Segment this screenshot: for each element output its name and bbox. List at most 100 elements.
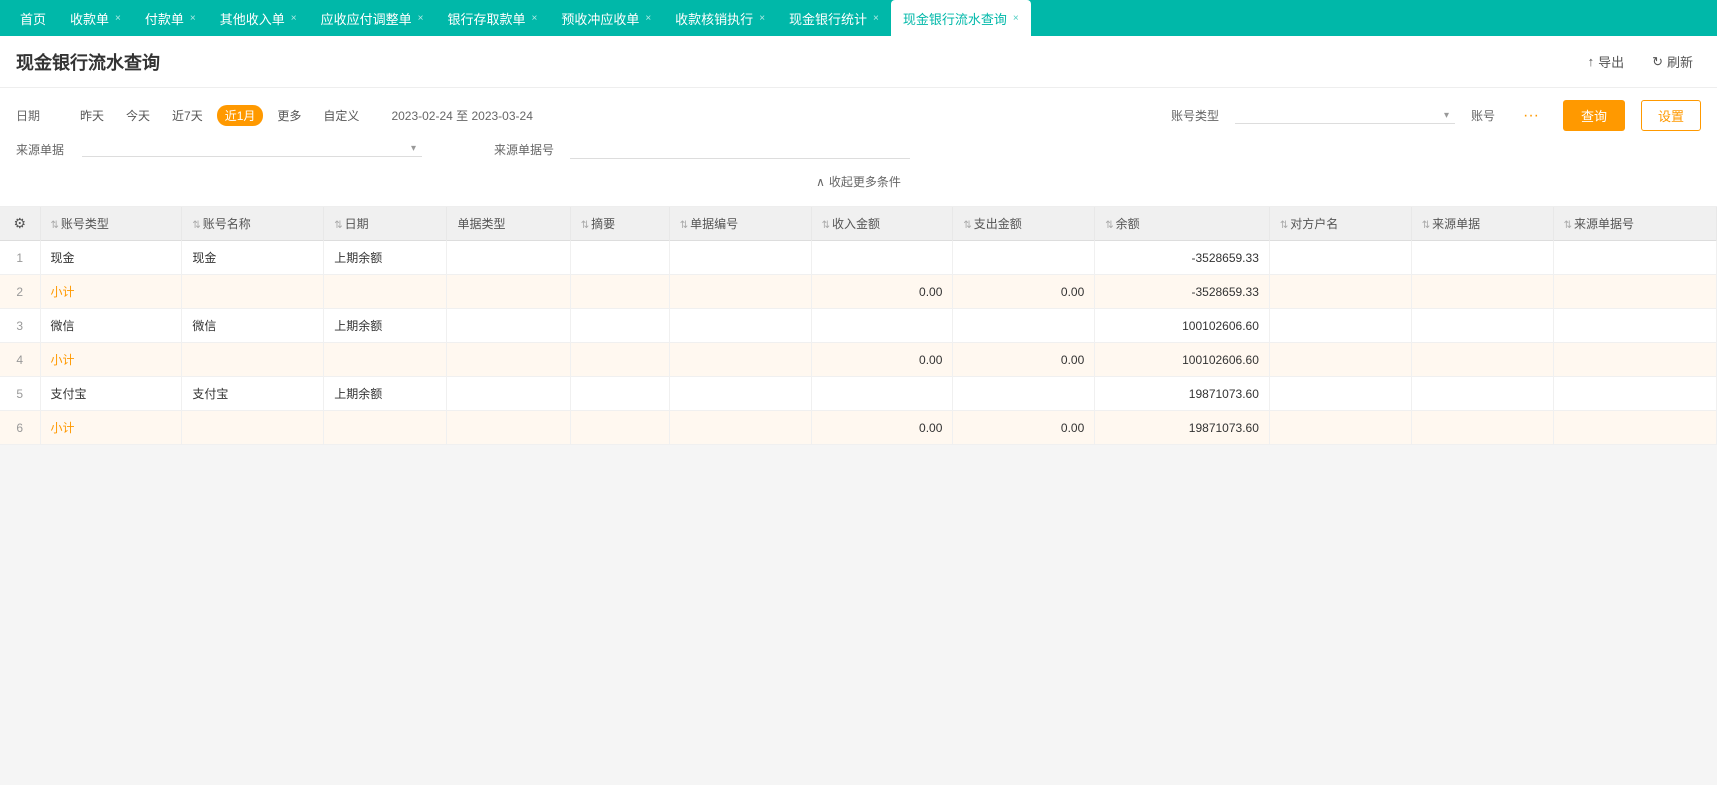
collapse-up-icon: ∧ [816,175,825,189]
refresh-button[interactable]: ↻ 刷新 [1644,48,1701,75]
gear-icon[interactable]: ⚙ [13,215,26,231]
nav-home[interactable]: 首页 [8,0,58,36]
close-icon[interactable]: × [759,13,765,24]
settings-button[interactable]: 设置 [1641,100,1701,131]
close-icon[interactable]: × [115,13,121,24]
cell-doc-type [447,275,570,309]
close-icon[interactable]: × [418,13,424,24]
cell-doc-no [669,411,811,445]
cell-summary [570,377,669,411]
nav-ar-ap[interactable]: 应收应付调整单 × [309,0,436,36]
close-icon[interactable]: × [873,13,879,24]
source-doc-label: 来源单据 [16,141,66,158]
cell-counterpart [1269,411,1411,445]
cell-income [811,241,953,275]
query-button[interactable]: 查询 [1563,100,1625,131]
cell-income: 0.00 [811,275,953,309]
account-type-select[interactable]: ▾ [1235,108,1455,124]
cell-balance: 19871073.60 [1095,377,1270,411]
col-counterpart: ⇅对方户名 [1269,207,1411,241]
cell-date [324,275,447,309]
col-source-doc: ⇅来源单据 [1411,207,1553,241]
cell-counterpart [1269,309,1411,343]
cell-name: 现金 [182,241,324,275]
date-custom[interactable]: 自定义 [315,105,367,126]
date-range: 2023-02-24 至 2023-03-24 [391,107,532,124]
cell-source-doc-no [1553,343,1716,377]
cell-summary [570,275,669,309]
date-more[interactable]: 更多 [269,105,309,126]
date-label: 日期 [16,107,56,124]
refresh-icon: ↻ [1652,54,1663,70]
col-account-name: ⇅账号名称 [182,207,324,241]
table-area: ⚙ ⇅账号类型 ⇅账号名称 ⇅日期 单据类型 ⇅摘要 ⇅单据编号 ⇅收入金额 ⇅… [0,207,1717,445]
filter-row-1: 日期 昨天 今天 近7天 近1月 更多 自定义 2023-02-24 至 202… [16,100,1701,131]
row-number: 2 [0,275,40,309]
nav-payment[interactable]: 付款单 × [133,0,208,36]
close-icon[interactable]: × [190,13,196,24]
row-number: 3 [0,309,40,343]
cell-doc-type [447,309,570,343]
nav-bank-deposit[interactable]: 银行存取款单 × [435,0,549,36]
cell-type: 小计 [40,411,182,445]
cell-summary [570,309,669,343]
chevron-down-icon: ▾ [1444,110,1449,121]
cell-name [182,343,324,377]
cell-source-doc-no [1553,309,1716,343]
cell-summary [570,411,669,445]
nav-cash-flow[interactable]: 现金银行流水查询 × [891,0,1031,36]
cell-balance: 100102606.60 [1095,309,1270,343]
source-doc-select[interactable]: ▾ [82,141,422,157]
cell-balance: -3528659.33 [1095,275,1270,309]
nav-prepay[interactable]: 预收冲应收单 × [549,0,663,36]
header-actions: ↑ 导出 ↻ 刷新 [1580,48,1701,75]
nav-cash-stats[interactable]: 现金银行统计 × [777,0,891,36]
table-row: 3微信微信上期余额100102606.60 [0,309,1717,343]
cell-doc-type [447,343,570,377]
cell-doc-no [669,377,811,411]
table-row: 5支付宝支付宝上期余额19871073.60 [0,377,1717,411]
cell-summary [570,241,669,275]
account-dots[interactable]: ··· [1515,107,1547,125]
nav-other-income[interactable]: 其他收入单 × [208,0,309,36]
nav-receipt[interactable]: 收款单 × [58,0,133,36]
cell-name [182,275,324,309]
nav-collection[interactable]: 收款核销执行 × [663,0,777,36]
cell-expense [953,377,1095,411]
cell-source-doc-no [1553,377,1716,411]
cell-income: 0.00 [811,343,953,377]
cell-income [811,309,953,343]
cell-counterpart [1269,343,1411,377]
cell-doc-type [447,377,570,411]
cell-expense: 0.00 [953,411,1095,445]
cell-date [324,411,447,445]
table-row: 4小计0.000.00100102606.60 [0,343,1717,377]
cell-doc-no [669,309,811,343]
close-icon[interactable]: × [291,13,297,24]
source-doc-no-input[interactable] [570,139,910,159]
close-icon[interactable]: × [645,13,651,24]
col-expense: ⇅支出金额 [953,207,1095,241]
col-doc-type: 单据类型 [447,207,570,241]
close-icon[interactable]: × [1013,13,1019,24]
cell-doc-no [669,275,811,309]
table-body: 1现金现金上期余额-3528659.332小计0.000.00-3528659.… [0,241,1717,445]
export-button[interactable]: ↑ 导出 [1580,48,1633,75]
cell-source-doc [1411,241,1553,275]
table-row: 1现金现金上期余额-3528659.33 [0,241,1717,275]
close-icon[interactable]: × [531,13,537,24]
collapse-bar[interactable]: ∧ 收起更多条件 [16,167,1701,194]
cell-balance: 19871073.60 [1095,411,1270,445]
cell-source-doc-no [1553,241,1716,275]
cell-source-doc [1411,275,1553,309]
cell-source-doc-no [1553,275,1716,309]
row-number: 4 [0,343,40,377]
date-yesterday[interactable]: 昨天 [72,105,112,126]
date-7days[interactable]: 近7天 [164,105,211,126]
date-today[interactable]: 今天 [118,105,158,126]
cell-name: 支付宝 [182,377,324,411]
cell-doc-no [669,241,811,275]
data-table: ⚙ ⇅账号类型 ⇅账号名称 ⇅日期 单据类型 ⇅摘要 ⇅单据编号 ⇅收入金额 ⇅… [0,207,1717,445]
cell-expense [953,309,1095,343]
date-1month[interactable]: 近1月 [217,105,264,126]
